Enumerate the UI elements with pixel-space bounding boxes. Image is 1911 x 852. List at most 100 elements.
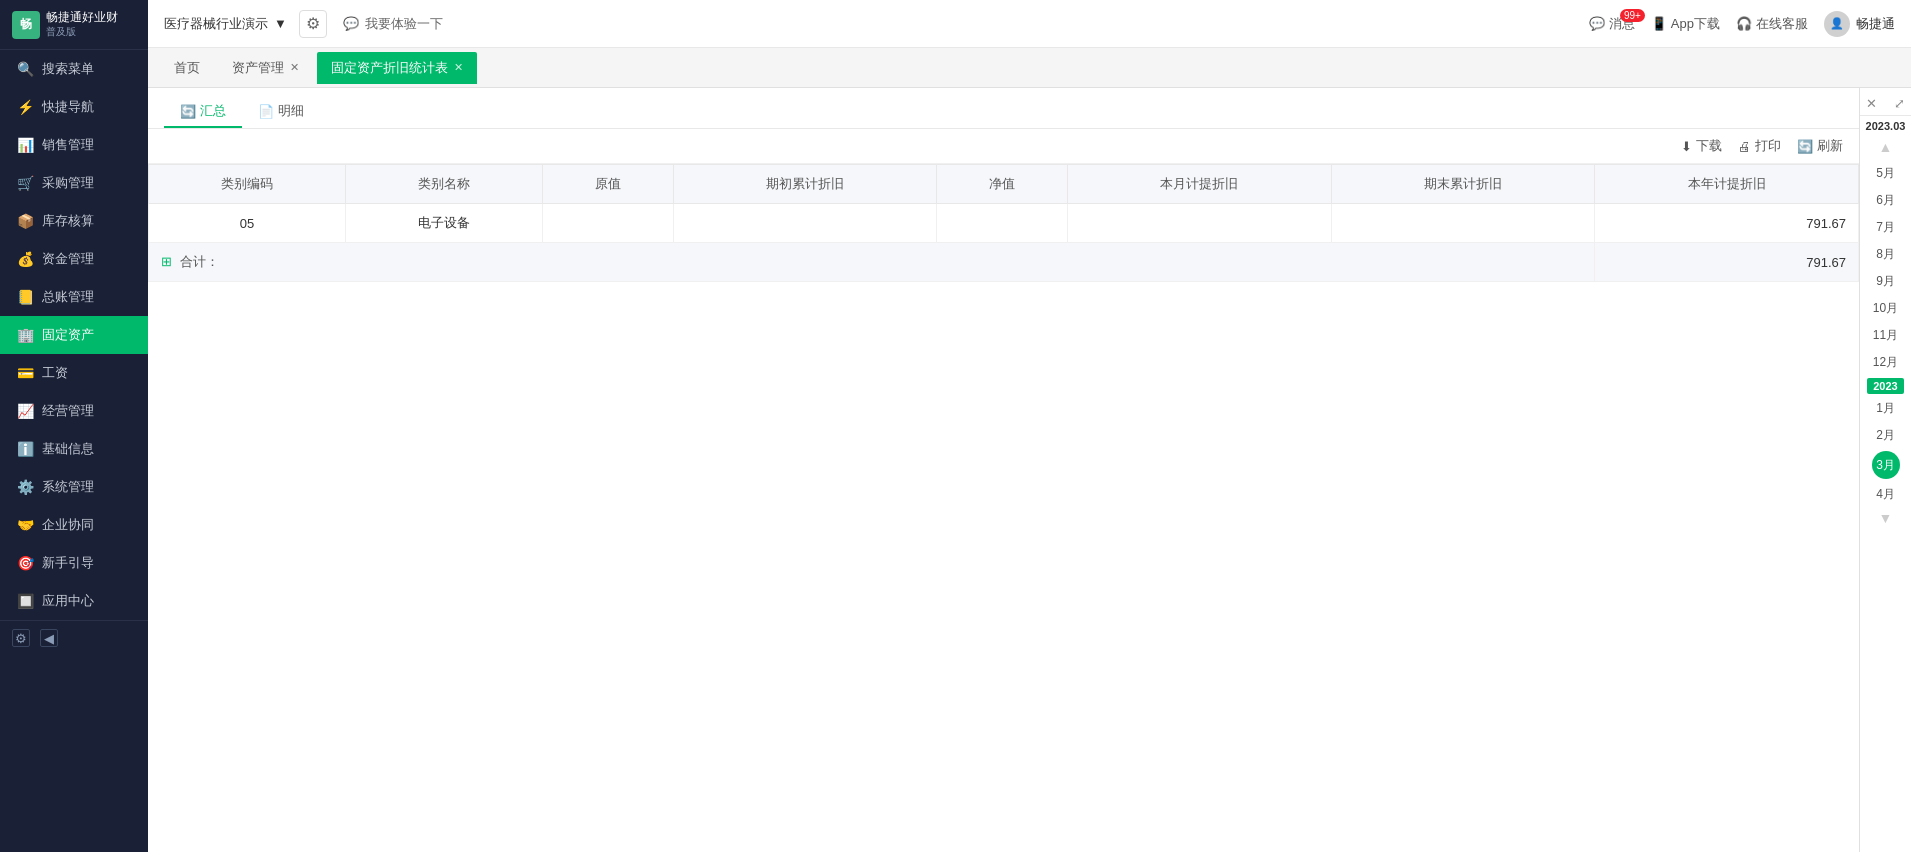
user-label: 畅捷通 [1856,15,1895,33]
message-icon: 💬 [1589,16,1605,31]
sidebar-item-label: 库存核算 [42,212,94,230]
tab-bar: 首页 资产管理 ✕ 固定资产折旧统计表 ✕ [148,48,1911,88]
panel-month-3-current[interactable]: 3月 [1872,451,1900,479]
sidebar-item-label: 固定资产 [42,326,94,344]
logo-name: 畅捷通好业财 [46,10,118,26]
download-button[interactable]: ⬇ 下载 [1681,137,1722,155]
cell-category-name: 电子设备 [346,204,543,243]
user-menu[interactable]: 👤 畅捷通 [1824,11,1895,37]
print-button[interactable]: 🖨 打印 [1738,137,1781,155]
tab-home[interactable]: 首页 [160,52,214,84]
app-download-label: App下载 [1671,15,1720,33]
sidebar-item-label: 新手引导 [42,554,94,572]
app-download-button[interactable]: 📱 App下载 [1651,15,1720,33]
sub-tab-detail[interactable]: 📄 明细 [242,96,320,128]
experience-button[interactable]: 💬 我要体验一下 [343,15,443,33]
table-row: 05 电子设备 791.67 [149,204,1859,243]
panel-month-7[interactable]: 7月 [1860,214,1911,241]
sidebar-item-basic[interactable]: ℹ️ 基础信息 [0,430,148,468]
panel-month-8[interactable]: 8月 [1860,241,1911,268]
panel-year-label: 2023.03 [1860,116,1911,134]
sidebar-item-label: 应用中心 [42,592,94,610]
sidebar-item-label: 采购管理 [42,174,94,192]
refresh-button[interactable]: 🔄 刷新 [1797,137,1843,155]
sub-tab-detail-label: 明细 [278,102,304,120]
company-selector[interactable]: 医疗器械行业演示 ▼ [164,15,287,33]
purchase-icon: 🛒 [16,175,34,191]
panel-month-6[interactable]: 6月 [1860,187,1911,214]
logo-icon: 畅 [12,11,40,39]
tab-asset-manage-close[interactable]: ✕ [290,61,299,74]
panel-month-5[interactable]: 5月 [1860,160,1911,187]
sidebar-item-label: 总账管理 [42,288,94,306]
sidebar-item-label: 经营管理 [42,402,94,420]
cell-period-accumulated [673,204,937,243]
sidebar-settings-btn[interactable]: ⚙ [12,629,30,647]
topbar: 医疗器械行业演示 ▼ ⚙ 💬 我要体验一下 💬 消息 99+ 📱 App下载 🎧… [148,0,1911,48]
sidebar-item-apps[interactable]: 🔲 应用中心 [0,582,148,620]
avatar: 👤 [1824,11,1850,37]
panel-month-10[interactable]: 10月 [1860,295,1911,322]
sidebar-collapse-btn[interactable]: ◀ [40,629,58,647]
print-label: 打印 [1755,137,1781,155]
sidebar-item-enterprise[interactable]: 🤝 企业协同 [0,506,148,544]
operations-icon: 📈 [16,403,34,419]
sidebar-item-guide[interactable]: 🎯 新手引导 [0,544,148,582]
online-service-button[interactable]: 🎧 在线客服 [1736,15,1808,33]
tab-asset-manage[interactable]: 资产管理 ✕ [218,52,313,84]
panel-month-9[interactable]: 9月 [1860,268,1911,295]
messages-button[interactable]: 💬 消息 99+ [1589,15,1635,33]
panel-month-11[interactable]: 11月 [1860,322,1911,349]
table-total-row: ⊞ 合计： 791.67 [149,243,1859,282]
sub-tab-summary[interactable]: 🔄 汇总 [164,96,242,128]
sidebar-item-fixed-assets[interactable]: 🏢 固定资产 [0,316,148,354]
sidebar-item-label: 工资 [42,364,68,382]
messages-badge: 99+ [1620,9,1645,22]
topbar-right: 💬 消息 99+ 📱 App下载 🎧 在线客服 👤 畅捷通 [1589,11,1895,37]
basic-icon: ℹ️ [16,441,34,457]
col-net-value: 净值 [937,165,1068,204]
sidebar-item-purchase[interactable]: 🛒 采购管理 [0,164,148,202]
panel-expand-button[interactable]: ⤢ [1894,96,1905,111]
refresh-icon: 🔄 [1797,139,1813,154]
sidebar-item-inventory[interactable]: 📦 库存核算 [0,202,148,240]
col-category-code: 类别编码 [149,165,346,204]
summary-icon: 🔄 [180,104,196,119]
sidebar-item-ledger[interactable]: 📒 总账管理 [0,278,148,316]
panel-month-1[interactable]: 1月 [1860,395,1911,422]
tab-asset-manage-label: 资产管理 [232,59,284,77]
panel-month-2[interactable]: 2月 [1860,422,1911,449]
panel-nav-down[interactable]: ▼ [1879,510,1893,526]
sub-tabs: 🔄 汇总 📄 明细 [148,88,1859,129]
total-icon: ⊞ [161,254,172,269]
sidebar-item-system[interactable]: ⚙️ 系统管理 [0,468,148,506]
sidebar-item-sales[interactable]: 📊 销售管理 [0,126,148,164]
panel-month-4[interactable]: 4月 [1860,481,1911,508]
sidebar-item-payroll[interactable]: 💳 工资 [0,354,148,392]
search-icon: 🔍 [16,61,34,77]
sidebar-item-search[interactable]: 🔍 搜索菜单 [0,50,148,88]
refresh-label: 刷新 [1817,137,1843,155]
tab-depreciation-close[interactable]: ✕ [454,61,463,74]
print-icon: 🖨 [1738,139,1751,154]
sidebar-item-label: 资金管理 [42,250,94,268]
sidebar-item-operations[interactable]: 📈 经营管理 [0,392,148,430]
panel-month-12[interactable]: 12月 [1860,349,1911,376]
tab-depreciation[interactable]: 固定资产折旧统计表 ✕ [317,52,477,84]
online-service-label: 在线客服 [1756,15,1808,33]
download-label: 下载 [1696,137,1722,155]
year-2023-marker: 2023 [1867,378,1903,394]
panel-close-button[interactable]: ✕ [1866,96,1877,111]
sidebar-item-funds[interactable]: 💰 资金管理 [0,240,148,278]
sidebar-item-quicknav[interactable]: ⚡ 快捷导航 [0,88,148,126]
total-year-depreciation: 791.67 [1595,243,1859,282]
col-year-depreciation: 本年计提折旧 [1595,165,1859,204]
settings-button[interactable]: ⚙ [299,10,327,38]
panel-nav-up[interactable]: ▲ [1860,134,1911,160]
payroll-icon: 💳 [16,365,34,381]
cell-original-value [543,204,674,243]
sidebar-item-label: 系统管理 [42,478,94,496]
sales-icon: 📊 [16,137,34,153]
cell-year-depreciation: 791.67 [1595,204,1859,243]
sidebar-item-label: 企业协同 [42,516,94,534]
